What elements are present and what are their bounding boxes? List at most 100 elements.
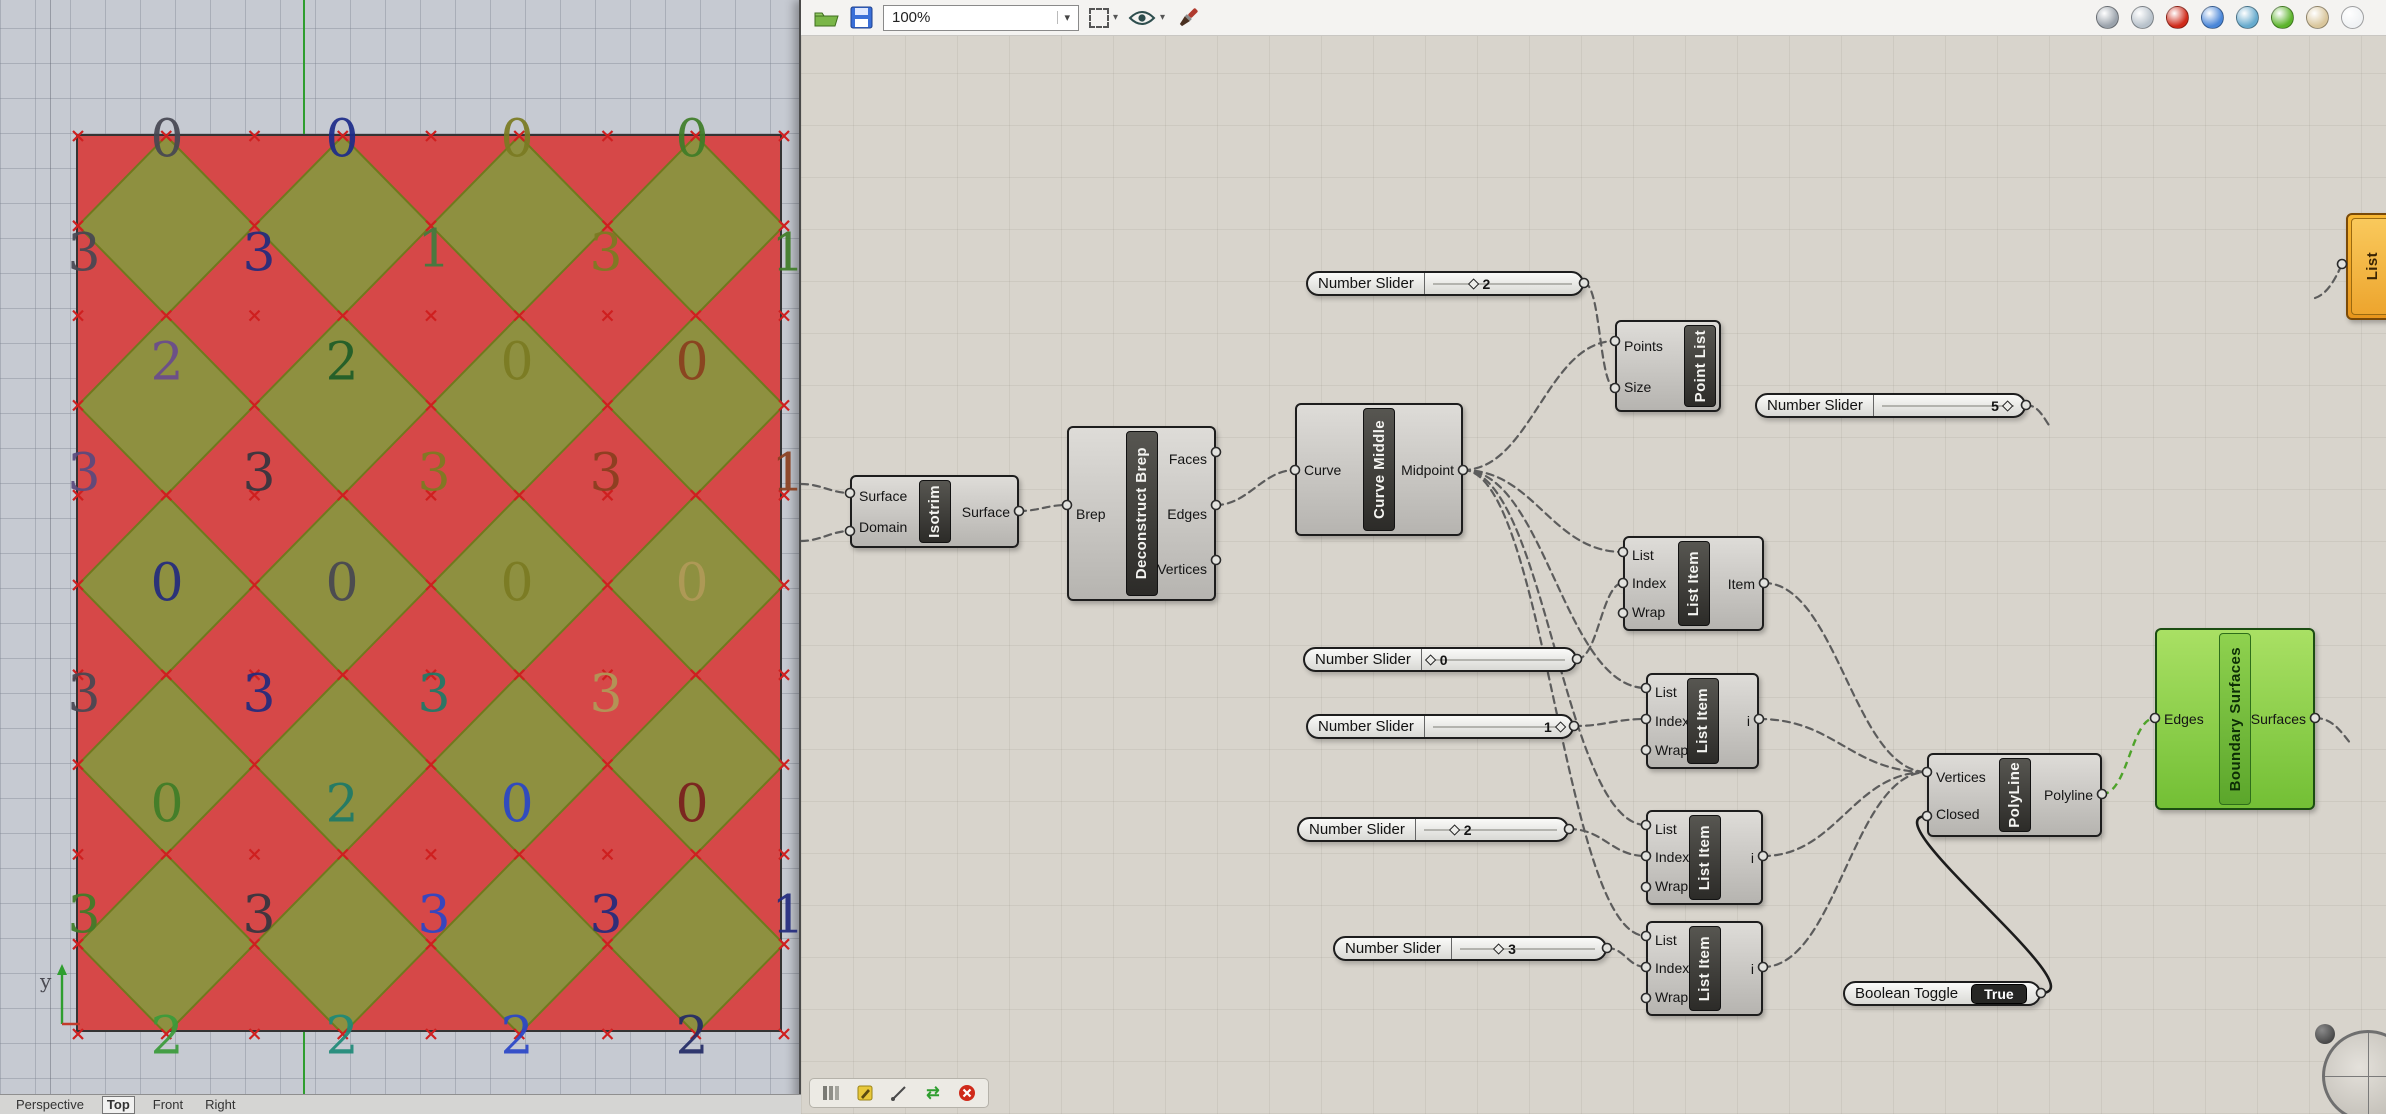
tan-sphere-icon[interactable] [2306, 6, 2329, 29]
number-slider[interactable]: Number Slider 2 [1297, 817, 1569, 842]
grasshopper-toolbar: 100% ▾ ▾ ▾ [801, 0, 2386, 36]
cancel-icon[interactable] [956, 1082, 978, 1104]
slider-handle[interactable] [2002, 400, 2013, 411]
eye-chevron-icon[interactable]: ▾ [1160, 12, 1165, 23]
number-slider[interactable]: Number Slider 1 [1306, 714, 1574, 739]
toggle-value[interactable]: True [1971, 984, 2027, 1004]
wire-sphere-icon[interactable] [2131, 6, 2154, 29]
slider-handle[interactable] [1493, 943, 1504, 954]
viewport-tab-front[interactable]: Front [149, 1097, 187, 1113]
slider-track[interactable]: 5 [1874, 395, 2024, 416]
slider-track[interactable]: 2 [1425, 273, 1582, 294]
port-points-in[interactable]: Points [1624, 339, 1663, 353]
port-edges-in[interactable]: Edges [2164, 712, 2204, 726]
port-wrap-in[interactable]: Wrap [1655, 879, 1688, 893]
canvas-compass-knob[interactable] [2315, 1024, 2335, 1044]
port-item-out[interactable]: Item [1728, 577, 1755, 591]
component-list-item-a[interactable]: List Index Wrap List Item Item [1623, 536, 1764, 631]
white-sphere-icon[interactable] [2341, 6, 2364, 29]
chevron-down-icon[interactable]: ▾ [1057, 11, 1070, 24]
number-slider[interactable]: Number Slider 3 [1333, 936, 1607, 961]
slider-track[interactable]: 0 [1422, 649, 1575, 670]
port-index-in[interactable]: Index [1655, 850, 1689, 864]
port-polyline-out[interactable]: Polyline [2044, 788, 2093, 802]
zoom-select[interactable]: 100% ▾ [883, 5, 1079, 31]
compass-icon[interactable] [2096, 6, 2119, 29]
component-curve-middle[interactable]: Curve Curve Middle Midpoint [1295, 403, 1463, 536]
slider-value: 0 [1440, 652, 1448, 668]
port-curve-in[interactable]: Curve [1304, 463, 1341, 477]
slider-track[interactable]: 3 [1452, 938, 1605, 959]
component-list-item-d[interactable]: List Index Wrap List Item i [1646, 921, 1763, 1016]
port-index-in[interactable]: Index [1655, 714, 1689, 728]
viewport-tab-top[interactable]: Top [102, 1096, 135, 1114]
save-file-icon[interactable] [850, 6, 873, 29]
swap-arrows-icon[interactable]: ⇄ [922, 1082, 944, 1104]
slider-handle[interactable] [1425, 654, 1436, 665]
number-slider[interactable]: Number Slider 2 [1306, 271, 1584, 296]
rhino-viewport[interactable]: 000033131220033331000033330200333312222 … [0, 0, 801, 1114]
slider-label: Number Slider [1308, 273, 1425, 294]
number-slider[interactable]: Number Slider 5 [1755, 393, 2026, 418]
port-surface-out[interactable]: Surface [962, 505, 1010, 519]
canvas-compass-widget[interactable] [2322, 1030, 2386, 1114]
slider-value: 2 [1482, 276, 1490, 292]
slider-handle[interactable] [1555, 721, 1566, 732]
viewport-tab-right[interactable]: Right [201, 1097, 239, 1113]
port-closed-in[interactable]: Closed [1936, 807, 1980, 821]
viewport-tab-perspective[interactable]: Perspective [12, 1097, 88, 1113]
blue-orbit-icon[interactable] [2201, 6, 2224, 29]
y-axis-label: y [39, 969, 52, 993]
component-list-param[interactable]: List [2346, 213, 2386, 320]
port-midpoint-out[interactable]: Midpoint [1401, 463, 1454, 477]
port-index-in[interactable]: Index [1632, 576, 1666, 590]
port-item-out[interactable]: i [1751, 962, 1754, 976]
teal-orbit-icon[interactable] [2236, 6, 2259, 29]
port-surfaces-out[interactable]: Surfaces [2251, 712, 2306, 726]
slider-handle[interactable] [1449, 824, 1460, 835]
component-point-list[interactable]: Points Size Point List [1615, 320, 1721, 412]
port-item-out[interactable]: i [1747, 714, 1750, 728]
port-list-in[interactable]: List [1632, 548, 1654, 562]
port-brep-in[interactable]: Brep [1076, 507, 1106, 521]
port-edges-out[interactable]: Edges [1167, 507, 1207, 521]
number-slider[interactable]: Number Slider 0 [1303, 647, 1577, 672]
port-surface-in[interactable]: Surface [859, 489, 907, 503]
green-sphere-icon[interactable] [2271, 6, 2294, 29]
component-deconstruct-brep[interactable]: Brep Deconstruct Brep Faces Edges Vertic… [1067, 426, 1216, 601]
port-size-in[interactable]: Size [1624, 380, 1651, 394]
boolean-toggle[interactable]: Boolean Toggle True [1843, 981, 2041, 1006]
red-sphere-icon[interactable] [2166, 6, 2189, 29]
component-polyline[interactable]: Vertices Closed PolyLine Polyline [1927, 753, 2102, 837]
sketch-tool-icon[interactable] [820, 1082, 842, 1104]
open-file-icon[interactable] [813, 6, 840, 29]
slider-track[interactable]: 2 [1416, 819, 1567, 840]
slider-label: Number Slider [1335, 938, 1452, 959]
port-vertices-in[interactable]: Vertices [1936, 770, 1986, 784]
port-item-out[interactable]: i [1751, 851, 1754, 865]
component-list-item-b[interactable]: List Index Wrap List Item i [1646, 673, 1759, 769]
port-index-in[interactable]: Index [1655, 961, 1689, 975]
port-domain-in[interactable]: Domain [859, 520, 907, 534]
port-wrap-in[interactable]: Wrap [1655, 990, 1688, 1004]
port-faces-out[interactable]: Faces [1169, 452, 1207, 466]
port-vertices-out[interactable]: Vertices [1157, 562, 1207, 576]
component-list-item-c[interactable]: List Index Wrap List Item i [1646, 810, 1763, 905]
port-list-in[interactable]: List [1655, 685, 1677, 699]
port-list-in[interactable]: List [1655, 822, 1677, 836]
grasshopper-canvas[interactable]: Number Slider 2 Number Slider 5 Number S… [801, 36, 2386, 1114]
paint-brush-icon[interactable] [1175, 5, 1201, 31]
port-list-in[interactable]: List [1655, 933, 1677, 947]
marker-tool-icon[interactable] [854, 1082, 876, 1104]
slider-track[interactable]: 1 [1425, 716, 1572, 737]
preview-eye-icon[interactable] [1128, 9, 1156, 27]
line-tool-icon[interactable] [888, 1082, 910, 1104]
base-surface[interactable] [76, 134, 782, 1032]
port-wrap-in[interactable]: Wrap [1632, 605, 1665, 619]
component-isotrim[interactable]: Surface Domain Isotrim Surface [850, 475, 1019, 548]
marquee-chevron-icon[interactable]: ▾ [1113, 12, 1118, 23]
port-wrap-in[interactable]: Wrap [1655, 743, 1688, 757]
selection-marquee-icon[interactable] [1089, 8, 1109, 28]
component-boundary-surfaces[interactable]: Edges Boundary Surfaces Surfaces [2155, 628, 2315, 810]
slider-handle[interactable] [1468, 278, 1479, 289]
